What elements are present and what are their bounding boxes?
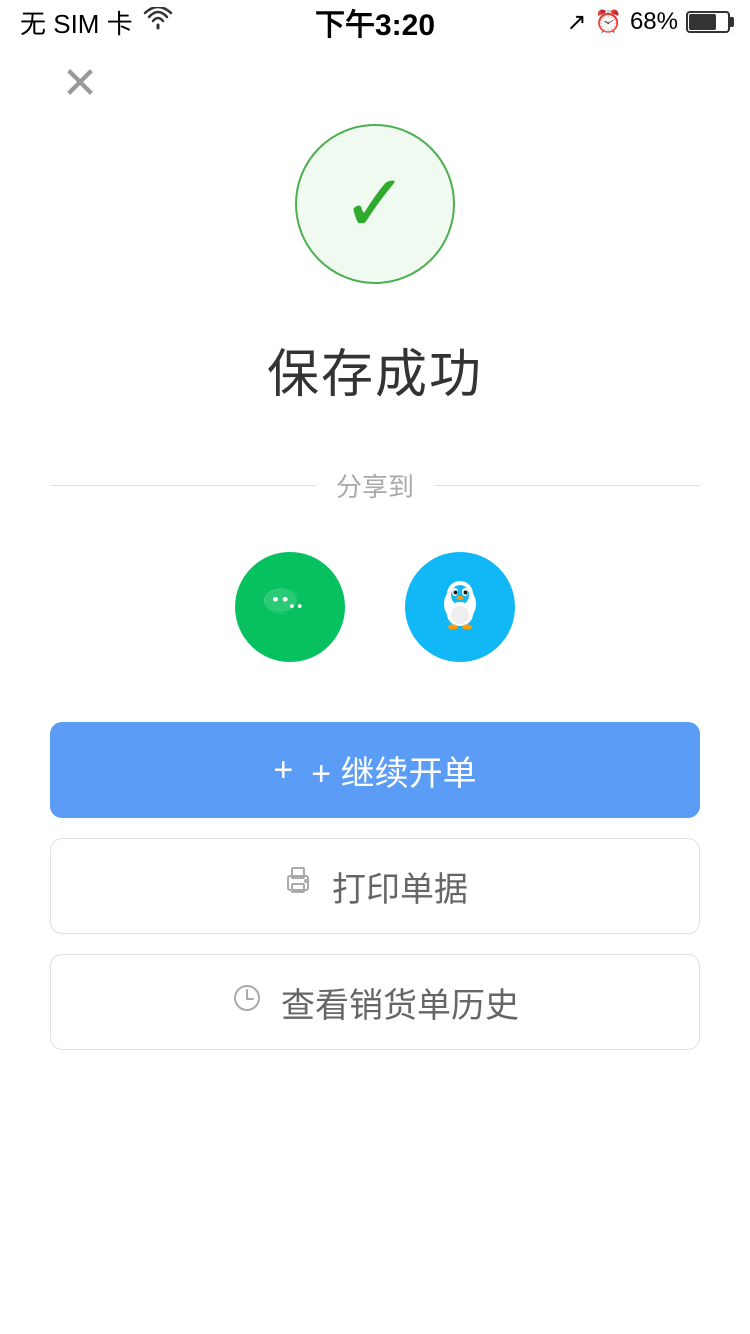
history-icon [231,982,263,1023]
continue-button[interactable]: + + 继续开单 [50,722,700,818]
share-section: 分享到 [0,467,750,662]
checkmark-icon: ✓ [341,164,408,244]
continue-icon: + [273,751,293,790]
close-icon: ✕ [62,62,99,106]
battery-bar [686,11,730,33]
status-time: 下午3:20 [315,0,435,44]
main-content: ✓ 保存成功 分享到 [0,44,750,1050]
carrier-text: 无 SIM 卡 [20,4,133,41]
wechat-icon [259,576,321,638]
battery-fill [689,14,716,30]
divider-right [434,485,700,486]
print-label: 打印单据 [332,862,468,911]
wifi-icon [143,7,173,38]
share-icons [50,552,700,662]
share-label: 分享到 [336,467,414,504]
history-button[interactable]: 查看销货单历史 [50,954,700,1050]
alarm-icon: ⏰ [595,9,622,35]
print-icon [282,866,314,906]
continue-label: + 继续开单 [311,746,476,795]
location-icon: ↗ [566,8,586,37]
status-bar: 无 SIM 卡 下午3:20 ↗ ⏰ 68% [0,0,750,44]
qq-icon [431,578,489,636]
wechat-share-button[interactable] [235,552,345,662]
history-label: 查看销货单历史 [281,978,519,1027]
status-left: 无 SIM 卡 [20,4,173,41]
print-button[interactable]: 打印单据 [50,838,700,934]
share-divider: 分享到 [50,467,700,504]
action-buttons: + + 继续开单 打印单据 查看销货单历史 [0,722,750,1050]
close-button[interactable]: ✕ [50,54,110,114]
success-title: 保存成功 [267,332,483,407]
qq-share-button[interactable] [405,552,515,662]
status-right: ↗ ⏰ 68% [566,8,730,37]
divider-left [50,485,316,486]
battery-percent: 68% [630,8,678,36]
success-circle: ✓ [295,124,455,284]
